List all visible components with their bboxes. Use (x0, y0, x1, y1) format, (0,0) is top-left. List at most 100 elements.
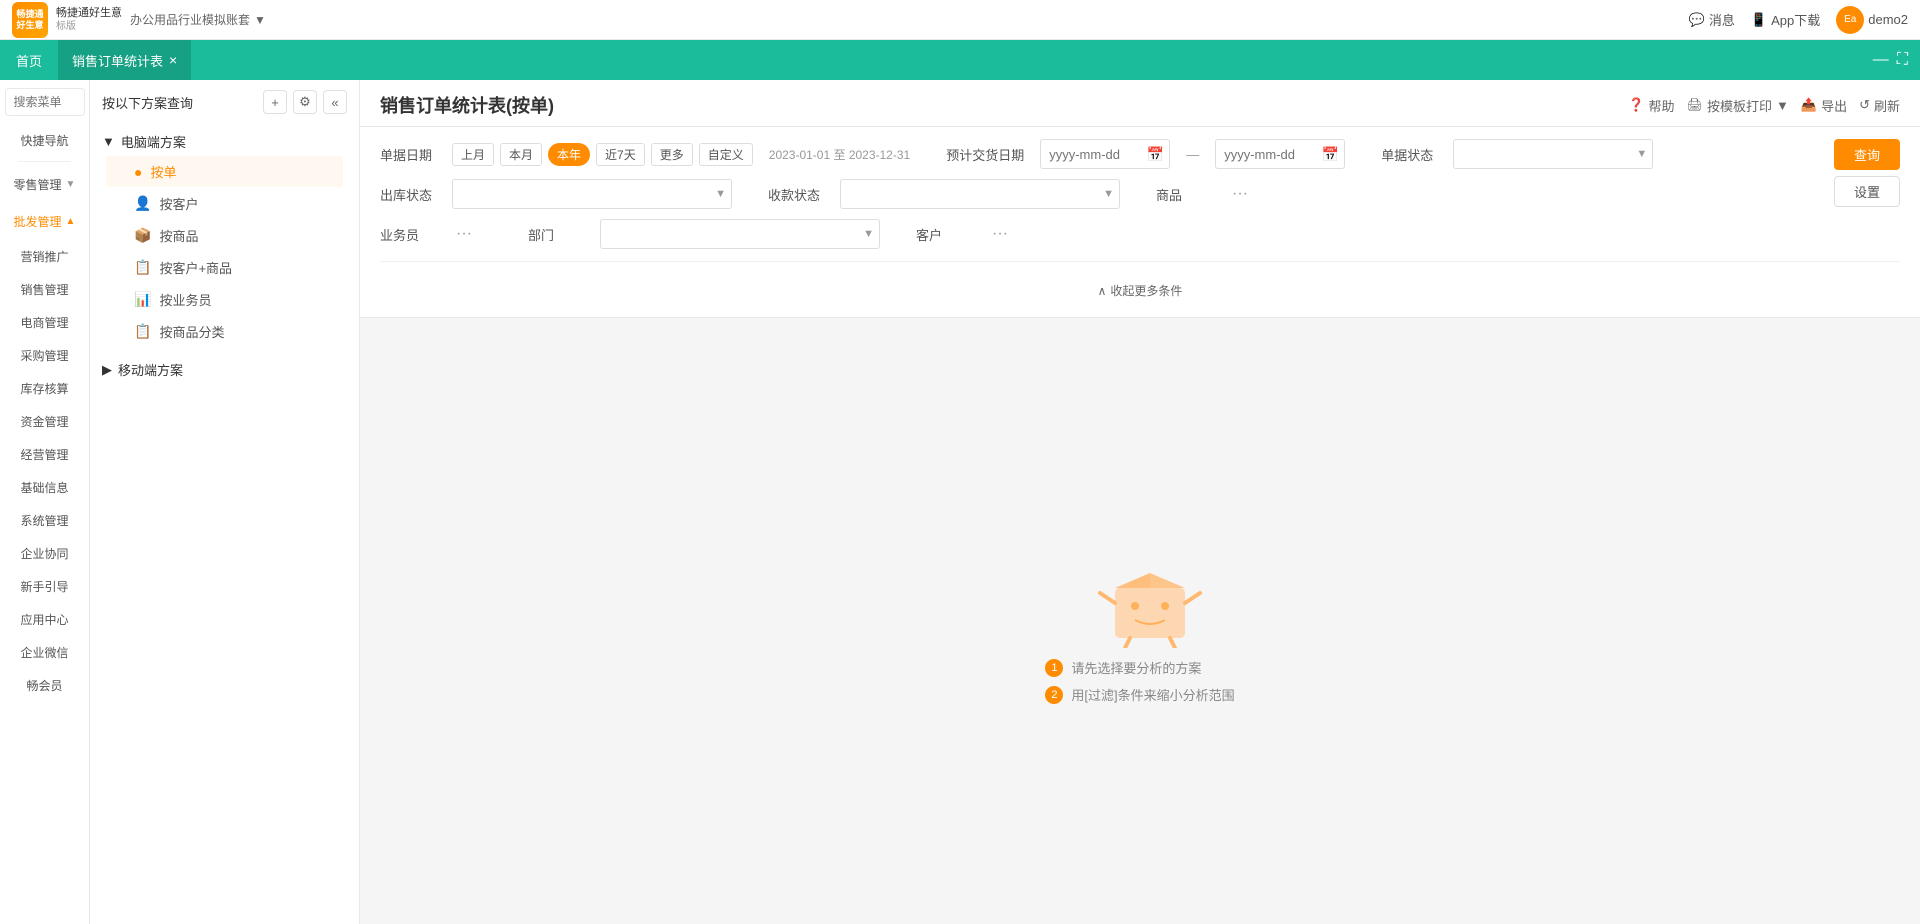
vip-label: 畅会员 (26, 677, 62, 694)
tree-item-by-category[interactable]: 📋 按商品分类 (106, 316, 343, 347)
print-button[interactable]: 🖨 按模板打印 ▼ (1686, 96, 1788, 115)
sidebar-item-system[interactable]: 系统管理 (0, 504, 89, 537)
tree-group-arrow-icon: ▼ (102, 134, 115, 149)
collapse-panel-button[interactable]: « (323, 90, 347, 114)
tree-item-by-order[interactable]: ● 按单 (106, 156, 343, 187)
sidebar-item-vip[interactable]: 畅会员 (0, 669, 89, 702)
hint-num-2: 2 (1045, 686, 1063, 704)
delivery-select[interactable] (452, 179, 732, 209)
expected-date-end-wrapper: 📅 (1215, 139, 1345, 169)
customer-dots-btn[interactable]: ··· (992, 225, 1008, 243)
custom-btn[interactable]: 自定义 (699, 143, 753, 166)
expected-date-start-input[interactable] (1040, 139, 1170, 169)
last-7-days-btn[interactable]: 近7天 (596, 143, 645, 166)
salesperson-dots-btn[interactable]: ··· (456, 225, 472, 243)
collapse-filters-button[interactable]: ∧ 收起更多条件 (1098, 276, 1183, 305)
tab-minimize-button[interactable]: — (1873, 51, 1889, 69)
tree-item-by-customer[interactable]: 👤 按客户 (106, 188, 343, 219)
sidebar-item-newbie[interactable]: 新手引导 (0, 570, 89, 603)
sidebar-item-finance[interactable]: 资金管理 (0, 405, 89, 438)
tab-close-icon[interactable]: × (169, 53, 177, 67)
tree-group-pc: ▼ 电脑端方案 ● 按单 👤 按客户 📦 按商品 (90, 124, 359, 352)
sidebar-item-purchase[interactable]: 采购管理 (0, 339, 89, 372)
sidebar-item-enterprise[interactable]: 企业协同 (0, 537, 89, 570)
tab-home[interactable]: 首页 (0, 40, 58, 80)
workspace-selector[interactable]: 办公用品行业模拟账套 ▼ (130, 11, 266, 28)
message-button[interactable]: 💬 消息 (1689, 10, 1735, 29)
main-layout: 快捷导航 零售管理 ▼ 批发管理 ▲ 营销推广 销售管理 电商管理 采购管理 库… (0, 80, 1920, 924)
customer-label: 客户 (916, 225, 972, 244)
sidebar-item-appstore[interactable]: 应用中心 (0, 603, 89, 636)
by-salesperson-icon: 📊 (134, 291, 151, 308)
this-month-btn[interactable]: 本月 (500, 143, 542, 166)
by-product-label: 按商品 (159, 226, 198, 245)
delivery-select-wrapper: ▼ (452, 179, 732, 209)
date-button-group: 上月 本月 本年 近7天 更多 自定义 (452, 143, 753, 166)
tab-maximize-button[interactable]: ⛶ (1897, 51, 1908, 69)
workspace-dropdown-icon: ▼ (254, 13, 266, 27)
top-bar: 畅捷通好生意 畅捷通好生意 标版 办公用品行业模拟账套 ▼ 💬 消息 📱 App… (0, 0, 1920, 40)
tab-label: 销售订单统计表 (72, 51, 163, 70)
retail-label: 零售管理 (14, 176, 62, 193)
expected-date-end-input[interactable] (1215, 139, 1345, 169)
sidebar-item-sales[interactable]: 销售管理 (0, 273, 89, 306)
help-label: 帮助 (1648, 96, 1674, 115)
by-customer-label: 按客户 (159, 194, 198, 213)
top-bar-right: 💬 消息 📱 App下载 Ea demo2 (1689, 6, 1908, 34)
message-label: 消息 (1709, 10, 1735, 29)
sidebar-item-wholesale[interactable]: 批发管理 ▲ (0, 203, 89, 240)
help-button[interactable]: ❓ 帮助 (1628, 96, 1674, 115)
newbie-label: 新手引导 (20, 578, 68, 595)
tab-sales-order-stats[interactable]: 销售订单统计表 × (58, 40, 191, 80)
sidebar-item-quick-nav[interactable]: 快捷导航 (0, 124, 89, 157)
tree-item-by-salesperson[interactable]: 📊 按业务员 (106, 284, 343, 315)
empty-svg (1090, 538, 1210, 648)
sidebar-item-marketing[interactable]: 营销推广 (0, 240, 89, 273)
query-button[interactable]: 查询 (1834, 139, 1900, 170)
filter-area: 单据日期 上月 本月 本年 近7天 更多 自定义 2023-01-01 至 20… (360, 127, 1920, 318)
sidebar-item-operations[interactable]: 经营管理 (0, 438, 89, 471)
sidebar: 快捷导航 零售管理 ▼ 批发管理 ▲ 营销推广 销售管理 电商管理 采购管理 库… (0, 80, 90, 924)
tree-group-pc-label[interactable]: ▼ 电脑端方案 (102, 128, 347, 155)
status-select[interactable] (1453, 139, 1653, 169)
tree-group-mobile: ▶ 移动端方案 (90, 352, 359, 387)
avatar-initials: Ea (1844, 14, 1856, 25)
search-input[interactable] (5, 88, 85, 116)
sidebar-item-retail[interactable]: 零售管理 ▼ (0, 166, 89, 203)
export-button[interactable]: 📤 导出 (1801, 96, 1847, 115)
tree-item-by-customer-product[interactable]: 📋 按客户+商品 (106, 252, 343, 283)
user-menu[interactable]: Ea demo2 (1836, 6, 1908, 34)
more-btn[interactable]: 更多 (651, 143, 693, 166)
expected-date-label: 预计交货日期 (946, 145, 1024, 164)
settings-scheme-button[interactable]: ⚙ (293, 90, 317, 114)
last-month-btn[interactable]: 上月 (452, 143, 494, 166)
add-scheme-button[interactable]: + (263, 90, 287, 114)
tree-item-by-product[interactable]: 📦 按商品 (106, 220, 343, 251)
delivery-label: 出库状态 (380, 185, 436, 204)
mobile-group-arrow-icon: ▶ (102, 362, 112, 378)
sidebar-divider-1 (18, 161, 71, 162)
sidebar-item-inventory[interactable]: 库存核算 (0, 372, 89, 405)
refresh-button[interactable]: ↺ 刷新 (1859, 96, 1900, 115)
right-panel: 销售订单统计表(按单) ❓ 帮助 🖨 按模板打印 ▼ 📤 导出 (360, 80, 1920, 924)
tree-group-mobile-label[interactable]: ▶ 移动端方案 (102, 356, 347, 383)
sidebar-item-ecommerce[interactable]: 电商管理 (0, 306, 89, 339)
payment-select[interactable] (840, 179, 1120, 209)
sidebar-item-basic[interactable]: 基础信息 (0, 471, 89, 504)
by-order-label: 按单 (150, 162, 176, 181)
hint-num-1: 1 (1045, 659, 1063, 677)
app-download-button[interactable]: 📱 App下载 (1751, 10, 1820, 29)
tree-section: ▼ 电脑端方案 ● 按单 👤 按客户 📦 按商品 (90, 120, 359, 391)
filter-row-3: 业务员 ··· 部门 ▼ 客户 ··· (380, 219, 1818, 249)
main-content-empty: 1 请先选择要分析的方案 2 用[过滤]条件来缩小分析范围 (360, 318, 1920, 924)
sidebar-item-wechat[interactable]: 企业微信 (0, 636, 89, 669)
settings-button[interactable]: 设置 (1834, 176, 1900, 207)
goods-dots-btn[interactable]: ··· (1232, 185, 1248, 203)
this-year-btn[interactable]: 本年 (548, 143, 590, 166)
department-select[interactable] (600, 219, 880, 249)
filter-row-2: 出库状态 ▼ 收款状态 (380, 179, 1818, 209)
mobile-group-label: 移动端方案 (118, 360, 183, 379)
hint-text-2: 用[过滤]条件来缩小分析范围 (1071, 685, 1234, 704)
appstore-label: 应用中心 (20, 611, 68, 628)
date-range-display: 2023-01-01 至 2023-12-31 (769, 146, 910, 163)
